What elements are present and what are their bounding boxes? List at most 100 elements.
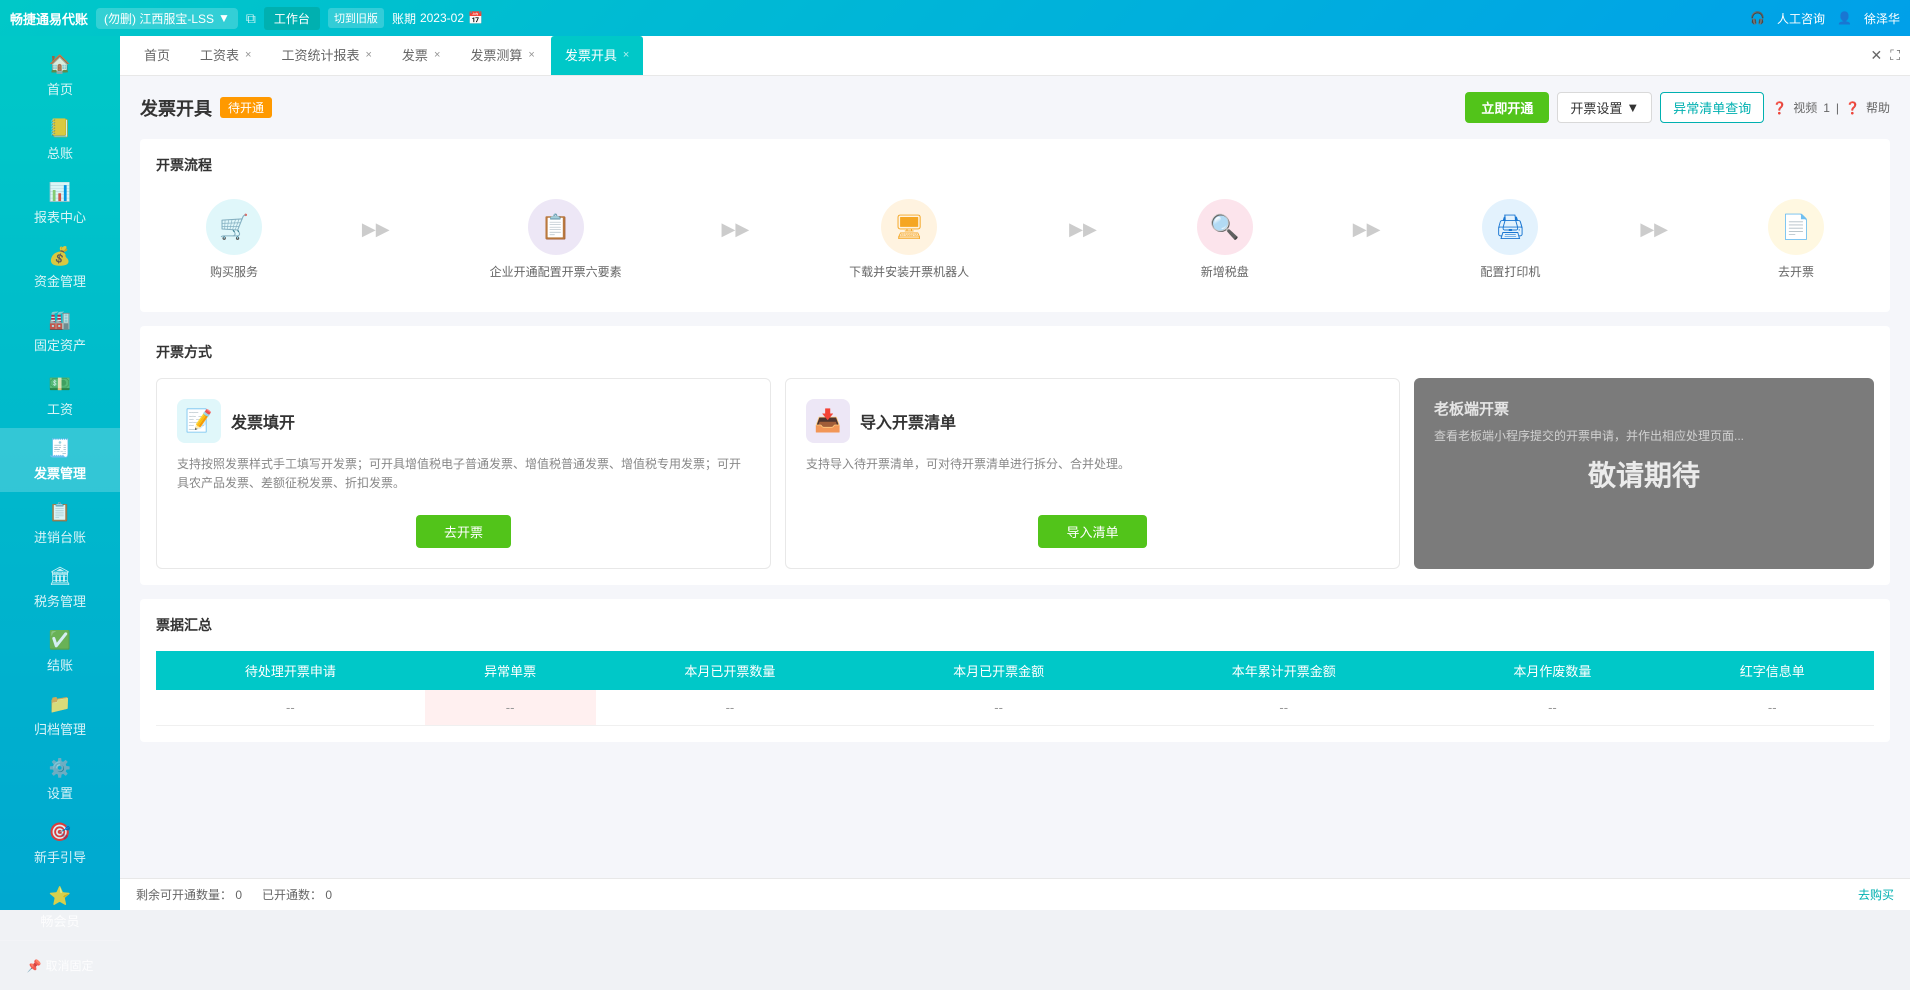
copy-icon[interactable]: ⧉	[246, 10, 256, 27]
flow-arrow-4: ▶▶	[1353, 219, 1381, 240]
tab-salary-table-label: 工资表	[200, 45, 239, 64]
archive-icon: 📁	[49, 694, 71, 715]
sidebar: 🏠 首页 📒 总账 📊 报表中心 💰 资金管理 🏭 固定资产 💵 工资 🧾 发票…	[0, 36, 120, 910]
user-name[interactable]: 徐泽华	[1864, 10, 1900, 27]
import-icon: 📥	[806, 399, 850, 443]
period-display: 账期 2023-02 📅	[392, 10, 483, 27]
import-title-wrap: 📥 导入开票清单	[806, 399, 1379, 443]
method-card-import: 📥 导入开票清单 支持导入待开票清单，可对待开票清单进行拆分、合并处理。 导入清…	[785, 378, 1400, 569]
download-robot-icon: 🖥	[881, 199, 937, 255]
tab-bar: 首页 工资表 × 工资统计报表 × 发票 × 发票测算 × 发票开具 ×	[120, 36, 1910, 76]
sidebar-label-salary: 工资	[47, 399, 73, 418]
assets-icon: 🏭	[49, 310, 71, 331]
col-month-count: 本月已开票数量	[596, 651, 865, 690]
tab-invoice-label: 发票	[402, 45, 428, 64]
sidebar-label-assets: 固定资产	[34, 335, 86, 354]
sidebar-item-salary[interactable]: 💵 工资	[0, 364, 120, 428]
tab-invoice-open-close[interactable]: ×	[623, 49, 629, 61]
sidebar-item-member[interactable]: ⭐ 畅会员	[0, 876, 120, 940]
sidebar-item-archive[interactable]: 📁 归档管理	[0, 684, 120, 748]
pin-button[interactable]: 📌 取消固定	[0, 949, 120, 982]
home-icon: 🏠	[49, 54, 71, 75]
flow-steps: 🛒 购买服务 ▶▶ 📋 企业开通配置开票六要素 ▶▶ 🖥 下载并安装开票机器人	[156, 191, 1874, 296]
settlement-icon: ✅	[49, 630, 71, 651]
tab-invoice-calc[interactable]: 发票测算 ×	[456, 36, 548, 75]
sidebar-label-reports: 报表中心	[34, 207, 86, 226]
invoice-icon: 🧾	[49, 438, 71, 459]
page-content: 发票开具 待开通 立即开通 开票设置 ▼ 异常清单查询 ❓ 视频 1 |	[120, 76, 1910, 878]
flow-step-download[interactable]: 🖥 下载并安装开票机器人	[849, 199, 969, 280]
period-label: 账期	[392, 10, 416, 27]
switch-old-tag[interactable]: 切到旧版	[328, 8, 384, 28]
flow-step-config[interactable]: 📋 企业开通配置开票六要素	[490, 199, 622, 280]
summary-section-title: 票据汇总	[156, 615, 1874, 635]
tab-invoice-close[interactable]: ×	[434, 49, 440, 61]
invoice-methods: 📝 发票填开 支持按照发票样式手工填写开发票；可开具增值税电子普通发票、增值税普…	[156, 378, 1874, 569]
add-taxdisk-label: 新增税盘	[1201, 263, 1249, 280]
goto-buy-link[interactable]: 去购买	[1858, 886, 1894, 903]
avatar-icon: 👤	[1837, 11, 1852, 25]
tab-salary-table-close[interactable]: ×	[245, 49, 251, 61]
import-desc: 支持导入待开票清单，可对待开票清单进行拆分、合并处理。	[806, 455, 1379, 495]
buy-service-label: 购买服务	[210, 263, 258, 280]
period-value: 2023-02	[420, 11, 464, 25]
flow-step-printer[interactable]: 🖨 配置打印机	[1480, 199, 1540, 280]
sidebar-item-settlement[interactable]: ✅ 结账	[0, 620, 120, 684]
flow-step-issue[interactable]: 📄 去开票	[1768, 199, 1824, 280]
summary-table: 待处理开票申请 异常单票 本月已开票数量 本月已开票金额 本年累计开票金额 本月…	[156, 651, 1874, 726]
sidebar-item-ledger[interactable]: 📒 总账	[0, 108, 120, 172]
sidebar-item-invoice[interactable]: 🧾 发票管理	[0, 428, 120, 492]
tab-salary-stats-close[interactable]: ×	[365, 49, 371, 61]
sidebar-label-home: 首页	[47, 79, 73, 98]
sidebar-item-guide[interactable]: 🎯 新手引导	[0, 812, 120, 876]
flow-step-taxdisk[interactable]: 🔍 新增税盘	[1197, 199, 1253, 280]
calendar-icon[interactable]: 📅	[468, 11, 483, 25]
tab-invoice-open-label: 发票开具	[565, 45, 617, 64]
flow-section-title: 开票流程	[156, 155, 1874, 175]
manual-icon: 📝	[177, 399, 221, 443]
col-year-amount: 本年累计开票金额	[1133, 651, 1434, 690]
sidebar-item-funds[interactable]: 💰 资金管理	[0, 236, 120, 300]
tab-invoice-open[interactable]: 发票开具 ×	[551, 36, 643, 75]
tab-invoice-calc-close[interactable]: ×	[528, 49, 534, 61]
sidebar-item-tax[interactable]: 🏛 税务管理	[0, 556, 120, 620]
page-title: 发票开具	[140, 95, 212, 121]
tab-salary-table[interactable]: 工资表 ×	[186, 36, 265, 75]
tab-home[interactable]: 首页	[130, 36, 184, 75]
bottom-bar: 剩余可开通数量： 0 已开通数： 0 去购买	[120, 878, 1910, 910]
col-abnormal: 异常单票	[425, 651, 596, 690]
top-bar: 畅捷通易代账 (勿删) 江西服宝-LSS ▼ ⧉ 工作台 切到旧版 账期 202…	[0, 0, 1910, 36]
settings-icon: ⚙️	[49, 758, 71, 779]
tab-invoice[interactable]: 发票 ×	[388, 36, 454, 75]
tab-salary-stats[interactable]: 工资统计报表 ×	[267, 36, 385, 75]
sidebar-label-settlement: 结账	[47, 655, 73, 674]
settings-button[interactable]: 开票设置 ▼	[1557, 92, 1652, 123]
sidebar-label-ledger: 总账	[47, 143, 73, 162]
flow-step-buy[interactable]: 🛒 购买服务	[206, 199, 262, 280]
restore-icon[interactable]: ⛶	[1890, 47, 1900, 64]
import-list-button[interactable]: 导入清单	[1038, 515, 1146, 548]
config-enterprise-icon: 📋	[528, 199, 584, 255]
old-boss-card: 老板端开票 查看老板端小程序提交的开票申请，并作出相应处理页面... 敬请期待	[1414, 378, 1874, 569]
close-tab-icon[interactable]: ✕	[1870, 47, 1882, 64]
company-name: (勿删) 江西服宝-LSS	[104, 10, 214, 27]
sidebar-item-purchase[interactable]: 📋 进销台账	[0, 492, 120, 556]
go-issue-button[interactable]: 去开票	[416, 515, 511, 548]
app-logo: 畅捷通易代账	[10, 9, 88, 28]
abnormal-query-button[interactable]: 异常清单查询	[1660, 92, 1764, 123]
sidebar-item-settings[interactable]: ⚙️ 设置	[0, 748, 120, 812]
open-now-button[interactable]: 立即开通	[1465, 92, 1549, 123]
tax-icon: 🏛	[49, 566, 72, 587]
import-footer: 导入清单	[806, 515, 1379, 548]
sidebar-item-reports[interactable]: 📊 报表中心	[0, 172, 120, 236]
company-selector[interactable]: (勿删) 江西服宝-LSS ▼	[96, 8, 238, 29]
method-card-manual: 📝 发票填开 支持按照发票样式手工填写开发票；可开具增值税电子普通发票、增值税普…	[156, 378, 771, 569]
main-layout: 🏠 首页 📒 总账 📊 报表中心 💰 资金管理 🏭 固定资产 💵 工资 🧾 发票…	[0, 36, 1910, 910]
sidebar-item-assets[interactable]: 🏭 固定资产	[0, 300, 120, 364]
workspace-button[interactable]: 工作台	[264, 7, 320, 30]
sidebar-item-home[interactable]: 🏠 首页	[0, 44, 120, 108]
add-taxdisk-icon: 🔍	[1197, 199, 1253, 255]
support-label[interactable]: 人工咨询	[1777, 10, 1825, 27]
col-month-amount: 本月已开票金额	[864, 651, 1133, 690]
content-area: 首页 工资表 × 工资统计报表 × 发票 × 发票测算 × 发票开具 ×	[120, 36, 1910, 910]
